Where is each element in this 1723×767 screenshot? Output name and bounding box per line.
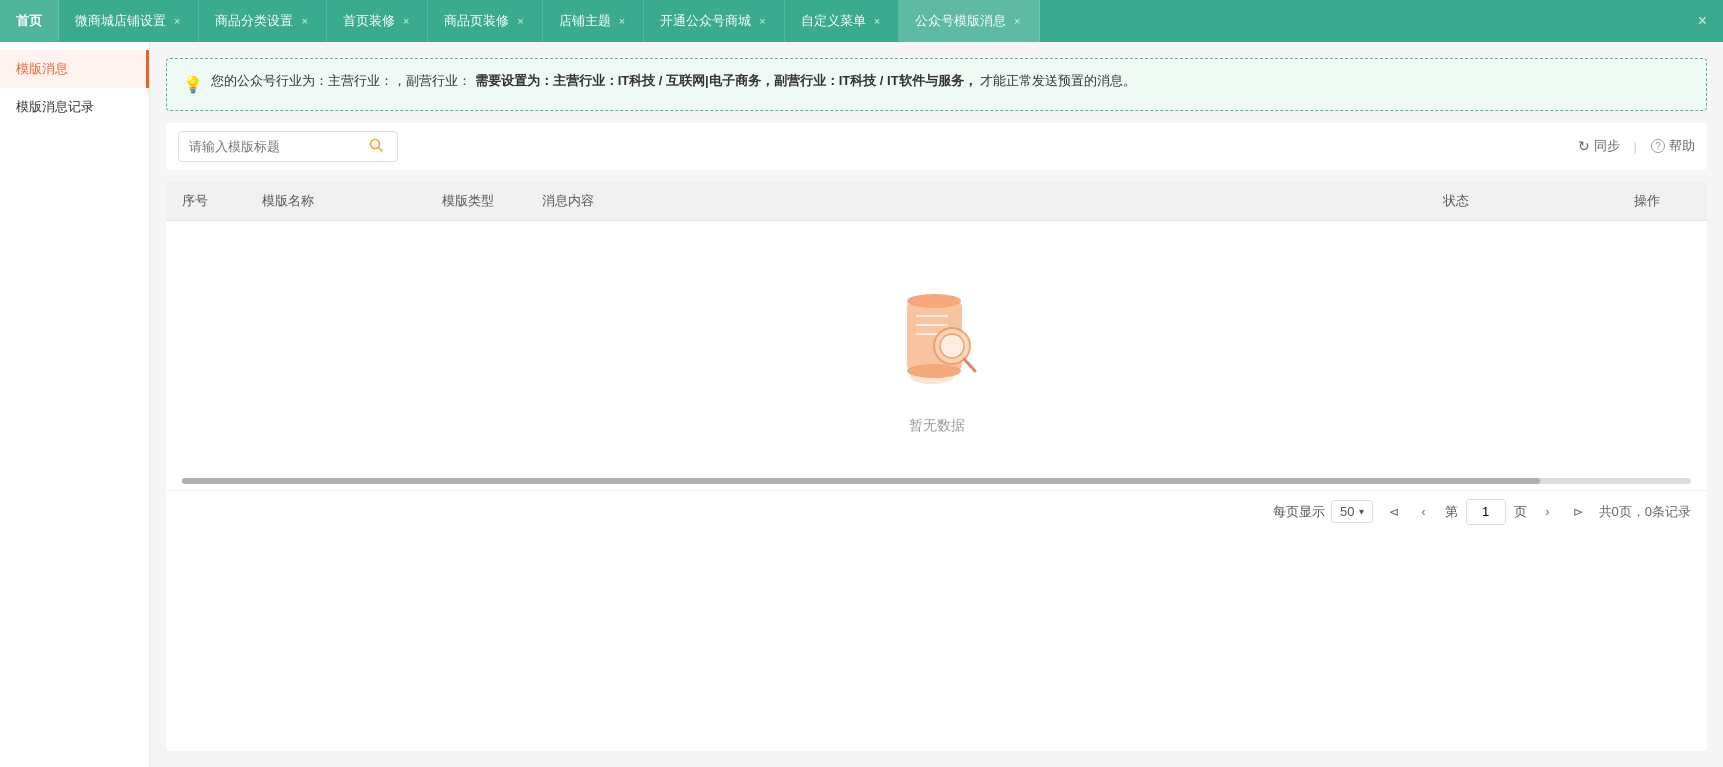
close-product-decoration-icon[interactable]: × <box>515 13 525 29</box>
svg-point-4 <box>907 294 961 308</box>
th-name: 模版名称 <box>246 192 426 210</box>
th-seq: 序号 <box>166 192 246 210</box>
notice-text: 您的公众号行业为：主营行业：，副营行业： 需要设置为：主营行业：IT科技 / 互… <box>211 71 1136 92</box>
page-number-input[interactable] <box>1466 499 1506 525</box>
product-decoration-label: 商品页装修 <box>444 12 509 30</box>
total-info: 共0页，0条记录 <box>1599 503 1691 521</box>
th-action: 操作 <box>1587 192 1707 210</box>
search-box <box>178 131 398 162</box>
sync-icon: ↻ <box>1578 138 1590 154</box>
close-open-mall-icon[interactable]: × <box>757 13 767 29</box>
main-layout: 模版消息 模版消息记录 💡 您的公众号行业为：主营行业：，副营行业： 需要设置为… <box>0 42 1723 767</box>
th-status: 状态 <box>1427 192 1587 210</box>
sidebar-item-template-msg-log[interactable]: 模版消息记录 <box>0 88 149 126</box>
close-custom-menu-icon[interactable]: × <box>872 13 882 29</box>
toolbar-divider: | <box>1634 139 1637 154</box>
nav-tab-custom-menu[interactable]: 自定义菜单 × <box>785 0 899 42</box>
custom-menu-label: 自定义菜单 <box>801 12 866 30</box>
notice-highlight: 需要设置为：主营行业：IT科技 / 互联网|电子商务，副营行业：IT科技 / I… <box>475 73 977 88</box>
bulb-icon: 💡 <box>183 72 203 98</box>
sidebar-item-template-msg[interactable]: 模版消息 <box>0 50 149 88</box>
toolbar: ↻ 同步 | ? 帮助 <box>166 123 1707 170</box>
nav-tab-open-mall[interactable]: 开通公众号商城 × <box>644 0 784 42</box>
close-shop-settings-icon[interactable]: × <box>172 13 182 29</box>
content-area: 💡 您的公众号行业为：主营行业：，副营行业： 需要设置为：主营行业：IT科技 /… <box>150 42 1723 767</box>
page-nav: ⊲ ‹ 第 页 › ⊳ <box>1381 499 1591 525</box>
per-page-dropdown[interactable]: 50 ▾ <box>1331 500 1372 523</box>
nav-tab-store-theme[interactable]: 店铺主题 × <box>543 0 644 42</box>
scrollbar-track <box>182 478 1691 484</box>
scrollbar-area[interactable] <box>166 478 1707 490</box>
empty-state: 暂无数据 <box>166 221 1707 475</box>
table-container: 序号 模版名称 模版类型 消息内容 状态 操作 <box>166 182 1707 751</box>
help-icon: ? <box>1651 139 1665 153</box>
sync-label: 同步 <box>1594 137 1620 155</box>
table-header: 序号 模版名称 模版类型 消息内容 状态 操作 <box>166 182 1707 221</box>
per-page-label: 每页显示 <box>1273 503 1325 521</box>
nav-tab-home-decoration[interactable]: 首页装修 × <box>327 0 428 42</box>
close-all-button[interactable]: × <box>1682 12 1723 30</box>
help-button[interactable]: ? 帮助 <box>1651 137 1695 155</box>
page-label-post: 页 <box>1514 503 1527 521</box>
nav-tab-template-msg[interactable]: 公众号模版消息 × <box>899 0 1039 42</box>
notice-banner: 💡 您的公众号行业为：主营行业：，副营行业： 需要设置为：主营行业：IT科技 /… <box>166 58 1707 111</box>
empty-text: 暂无数据 <box>909 417 965 435</box>
dropdown-chevron-icon: ▾ <box>1359 506 1364 517</box>
svg-line-1 <box>379 147 383 151</box>
page-label-pre: 第 <box>1445 503 1458 521</box>
close-store-theme-icon[interactable]: × <box>617 13 627 29</box>
open-mall-label: 开通公众号商城 <box>660 12 751 30</box>
category-label: 商品分类设置 <box>215 12 293 30</box>
store-theme-label: 店铺主题 <box>559 12 611 30</box>
search-button[interactable] <box>359 132 393 161</box>
nav-tab-category[interactable]: 商品分类设置 × <box>199 0 326 42</box>
template-msg-label: 公众号模版消息 <box>915 12 1006 30</box>
search-input[interactable] <box>179 133 359 160</box>
toolbar-right: ↻ 同步 | ? 帮助 <box>1578 137 1695 155</box>
nav-tab-product-decoration[interactable]: 商品页装修 × <box>428 0 542 42</box>
prev-page-button[interactable]: ‹ <box>1411 499 1437 525</box>
shop-settings-label: 微商城店铺设置 <box>75 12 166 30</box>
per-page-select: 每页显示 50 ▾ <box>1273 500 1372 523</box>
pagination: 每页显示 50 ▾ ⊲ ‹ 第 页 › ⊳ 共0页，0条记录 <box>166 490 1707 533</box>
th-type: 模版类型 <box>426 192 526 210</box>
per-page-value: 50 <box>1340 504 1354 519</box>
last-page-button[interactable]: ⊳ <box>1565 499 1591 525</box>
svg-line-11 <box>964 359 975 371</box>
svg-point-5 <box>907 364 961 378</box>
home-tab-label: 首页 <box>16 12 42 30</box>
home-decoration-label: 首页装修 <box>343 12 395 30</box>
first-page-button[interactable]: ⊲ <box>1381 499 1407 525</box>
th-content: 消息内容 <box>526 192 1427 210</box>
sync-button[interactable]: ↻ 同步 <box>1578 137 1620 155</box>
close-category-icon[interactable]: × <box>299 13 309 29</box>
close-home-decoration-icon[interactable]: × <box>401 13 411 29</box>
help-label: 帮助 <box>1669 137 1695 155</box>
close-template-msg-icon[interactable]: × <box>1012 13 1022 29</box>
top-nav: 首页 微商城店铺设置 × 商品分类设置 × 首页装修 × 商品页装修 × 店铺主… <box>0 0 1723 42</box>
scrollbar-thumb <box>182 478 1540 484</box>
next-page-button[interactable]: › <box>1535 499 1561 525</box>
empty-illustration <box>877 281 997 401</box>
sidebar: 模版消息 模版消息记录 <box>0 42 150 767</box>
nav-tab-home[interactable]: 首页 <box>0 0 59 42</box>
nav-tab-shop-settings[interactable]: 微商城店铺设置 × <box>59 0 199 42</box>
